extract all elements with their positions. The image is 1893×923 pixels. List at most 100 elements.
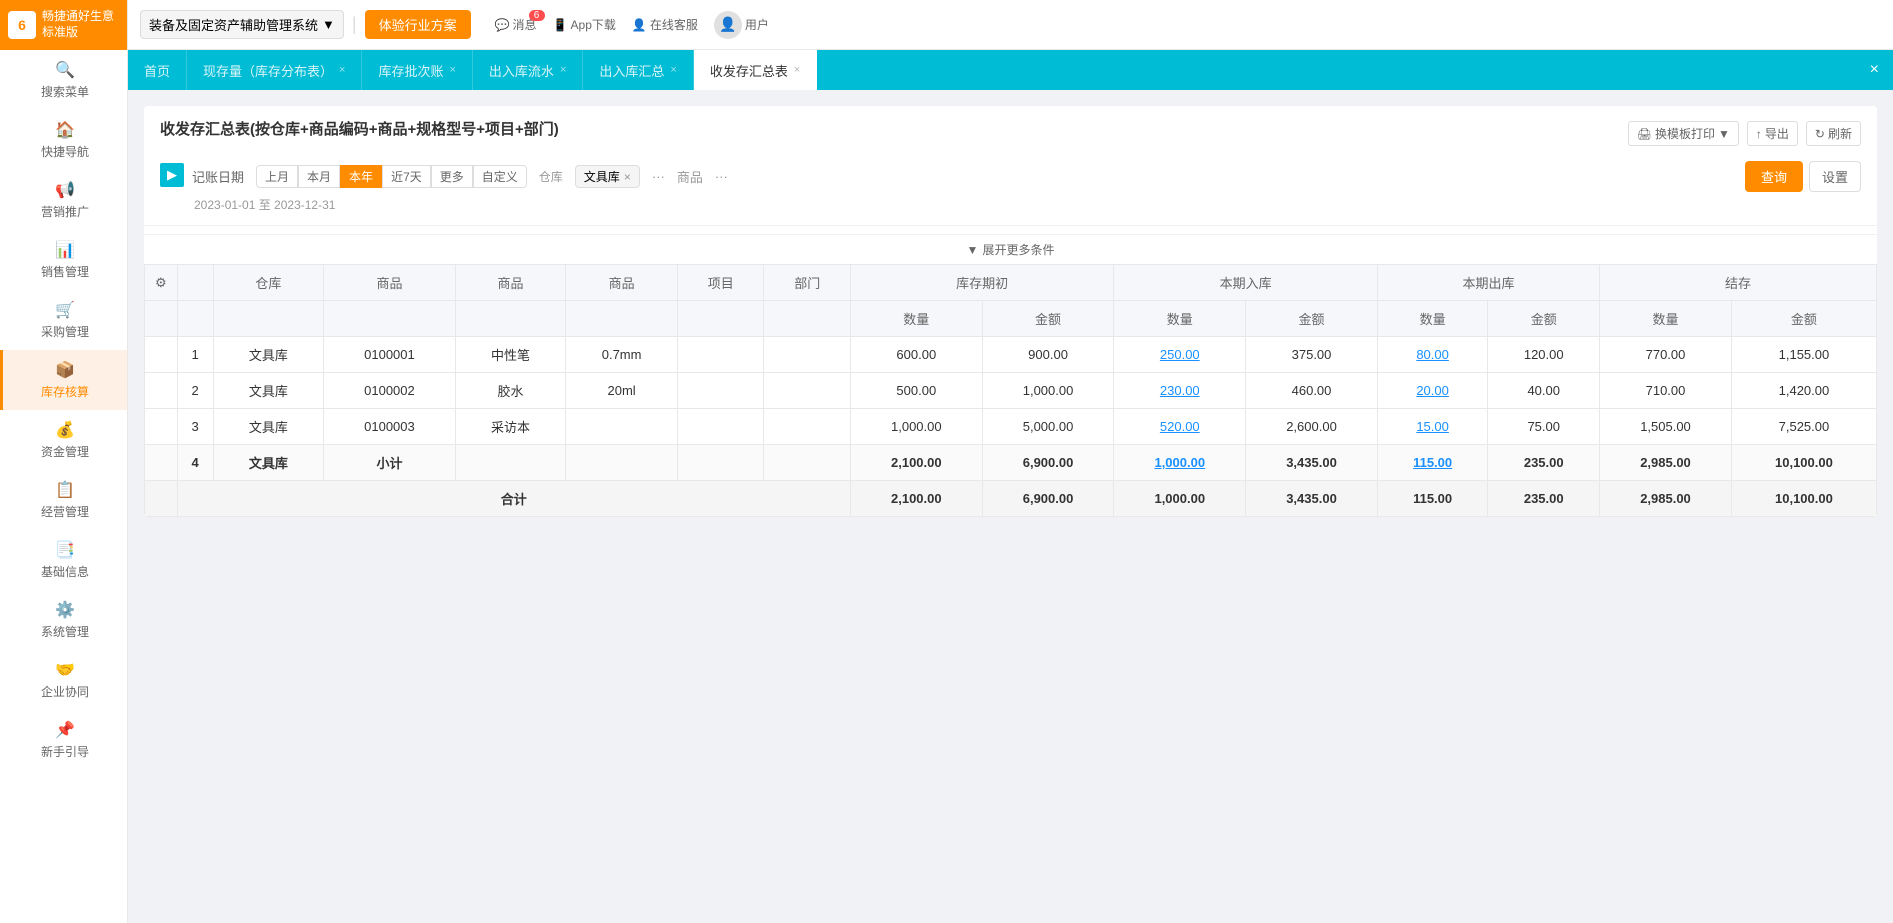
row2-warehouse: 文具库	[213, 373, 323, 409]
total-out-amt: 235.00	[1488, 481, 1600, 517]
tabbar-close-all[interactable]: ×	[1856, 61, 1893, 79]
logo-text: 畅捷通好生意 标准版	[42, 9, 114, 40]
date-btn-7days[interactable]: 近7天	[382, 165, 431, 188]
avatar-icon: 👤	[719, 16, 736, 33]
sidebar-item-operations[interactable]: 📋 经营管理	[0, 470, 127, 530]
row3-code: 0100003	[324, 409, 456, 445]
expand-more-icon: ▼	[967, 243, 979, 257]
row2-close-qty: 710.00	[1600, 373, 1732, 409]
app-logo: 6 畅捷通好生意 标准版	[0, 0, 127, 50]
sidebar-item-inventory[interactable]: 📦 库存核算	[0, 350, 127, 410]
subtotal-out-qty[interactable]: 115.00	[1377, 445, 1487, 481]
tab-home[interactable]: 首页	[128, 50, 187, 90]
row1-opening-qty: 600.00	[850, 337, 982, 373]
topbar: 装备及固定资产辅助管理系统 ▼ | 体验行业方案 💬 消息 6 📱 App下载 …	[128, 0, 1893, 50]
row1-warehouse: 文具库	[213, 337, 323, 373]
tab-close-batch[interactable]: ×	[449, 64, 455, 76]
th-empty-code	[324, 301, 456, 337]
sidebar-item-finance[interactable]: 💰 资金管理	[0, 410, 127, 470]
row2-out-qty[interactable]: 20.00	[1377, 373, 1487, 409]
download-icon: 📱	[553, 18, 568, 32]
row3-in-amt: 2,600.00	[1246, 409, 1378, 445]
refresh-btn[interactable]: ↻ 刷新	[1806, 121, 1861, 146]
subtotal-in-amt: 3,435.00	[1246, 445, 1378, 481]
message-icon-btn[interactable]: 💬 消息 6	[495, 16, 537, 33]
row1-out-qty[interactable]: 80.00	[1377, 337, 1487, 373]
th-opening-qty: 数量	[850, 301, 982, 337]
app-download-label: App下载	[571, 16, 616, 33]
tab-inventory-dist[interactable]: 现存量（库存分布表） ×	[187, 50, 362, 90]
th-empty-seq	[177, 301, 213, 337]
date-btn-more[interactable]: 更多	[431, 165, 473, 188]
query-btn[interactable]: 查询	[1745, 161, 1803, 192]
tab-close-inventory-dist[interactable]: ×	[339, 64, 345, 76]
table-row: 2 文具库 0100002 胶水 20ml 500.00 1,000.00 23…	[145, 373, 1877, 409]
date-btn-custom[interactable]: 自定义	[473, 165, 527, 188]
tab-batch[interactable]: 库存批次账 ×	[362, 50, 472, 90]
user-avatar: 👤	[714, 11, 742, 39]
experience-btn[interactable]: 体验行业方案	[365, 10, 471, 39]
goods-filter-dots[interactable]: ···	[715, 169, 728, 184]
purchase-icon: 🛒	[55, 300, 75, 320]
sidebar-item-search[interactable]: 🔍 搜索菜单	[0, 50, 127, 110]
sidebar-item-quick[interactable]: 🏠 快捷导航	[0, 110, 127, 170]
settings-btn[interactable]: 设置	[1809, 161, 1861, 192]
th-seq	[177, 265, 213, 301]
date-btn-this-month[interactable]: 本月	[298, 165, 340, 188]
date-btn-last-month[interactable]: 上月	[256, 165, 298, 188]
sidebar-item-basic[interactable]: 📑 基础信息	[0, 530, 127, 590]
sidebar-item-sales[interactable]: 📊 销售管理	[0, 230, 127, 290]
row3-in-qty[interactable]: 520.00	[1114, 409, 1246, 445]
more-filter-dots[interactable]: ···	[652, 169, 665, 184]
th-settings[interactable]: ⚙	[145, 265, 178, 301]
tab-inout-flow[interactable]: 出入库流水 ×	[473, 50, 583, 90]
row3-name: 采访本	[455, 409, 565, 445]
row3-out-qty[interactable]: 15.00	[1377, 409, 1487, 445]
tab-close-inout-summary[interactable]: ×	[670, 64, 676, 76]
sidebar-item-marketing[interactable]: 📢 营销推广	[0, 170, 127, 230]
row2-seq: 2	[177, 373, 213, 409]
row1-in-amt: 375.00	[1246, 337, 1378, 373]
export-btn[interactable]: ↑ 导出	[1747, 121, 1798, 146]
online-service-btn[interactable]: 👤 在线客服	[632, 16, 698, 33]
subtotal-empty1	[455, 445, 565, 481]
warehouse-tag-remove[interactable]: ×	[624, 170, 631, 184]
tab-inout-summary[interactable]: 出入库汇总 ×	[583, 50, 693, 90]
print-btn[interactable]: 🖨 换模板打印 ▼	[1628, 121, 1739, 146]
sidebar-item-purchase[interactable]: 🛒 采购管理	[0, 290, 127, 350]
tab-close-inout-flow[interactable]: ×	[560, 64, 566, 76]
enterprise-icon: 🤝	[55, 660, 75, 680]
divider: |	[352, 14, 357, 35]
sales-icon: 📊	[55, 240, 75, 260]
page-title: 收发存汇总表(按仓库+商品编码+商品+规格型号+项目+部门)	[160, 118, 559, 139]
filter-expand-arrow[interactable]: ▶	[160, 163, 184, 187]
main-area: 装备及固定资产辅助管理系统 ▼ | 体验行业方案 💬 消息 6 📱 App下载 …	[128, 0, 1893, 923]
th-department: 部门	[764, 265, 850, 301]
subtotal-empty2	[566, 445, 678, 481]
column-settings-icon: ⚙	[155, 275, 167, 290]
sidebar-item-enterprise[interactable]: 🤝 企业协同	[0, 650, 127, 710]
th-close-qty: 数量	[1600, 301, 1732, 337]
table-wrapper: ⚙ 仓库 商品 商品 商品 项目 部门 库存期初 本期入库 本期出库 结存	[144, 264, 1877, 517]
row1-in-qty[interactable]: 250.00	[1114, 337, 1246, 373]
sidebar-item-system[interactable]: ⚙️ 系统管理	[0, 590, 127, 650]
date-btn-this-year[interactable]: 本年	[340, 165, 382, 188]
tab-close-rec-send[interactable]: ×	[794, 64, 800, 76]
row2-in-qty[interactable]: 230.00	[1114, 373, 1246, 409]
sidebar: 6 畅捷通好生意 标准版 🔍 搜索菜单 🏠 快捷导航 📢 营销推广 📊 销售管理…	[0, 0, 128, 923]
th-project: 项目	[677, 265, 763, 301]
total-close-qty: 2,985.00	[1600, 481, 1732, 517]
subtotal-empty3	[677, 445, 763, 481]
app-download-btn[interactable]: 📱 App下载	[553, 16, 616, 33]
system-selector[interactable]: 装备及固定资产辅助管理系统 ▼	[140, 10, 344, 39]
row3-settings	[145, 409, 178, 445]
sidebar-item-guide[interactable]: 📌 新手引导	[0, 710, 127, 770]
subtotal-warehouse: 文具库	[213, 445, 323, 481]
subtotal-in-qty[interactable]: 1,000.00	[1114, 445, 1246, 481]
tab-rec-send-summary[interactable]: 收发存汇总表 ×	[694, 50, 817, 90]
message-badge: 6	[529, 10, 545, 21]
user-avatar-btn[interactable]: 👤 用户	[714, 11, 769, 39]
marketing-icon: 📢	[55, 180, 75, 200]
expand-more-row[interactable]: ▼ 展开更多条件	[144, 234, 1877, 264]
th-period-out: 本期出库	[1377, 265, 1599, 301]
